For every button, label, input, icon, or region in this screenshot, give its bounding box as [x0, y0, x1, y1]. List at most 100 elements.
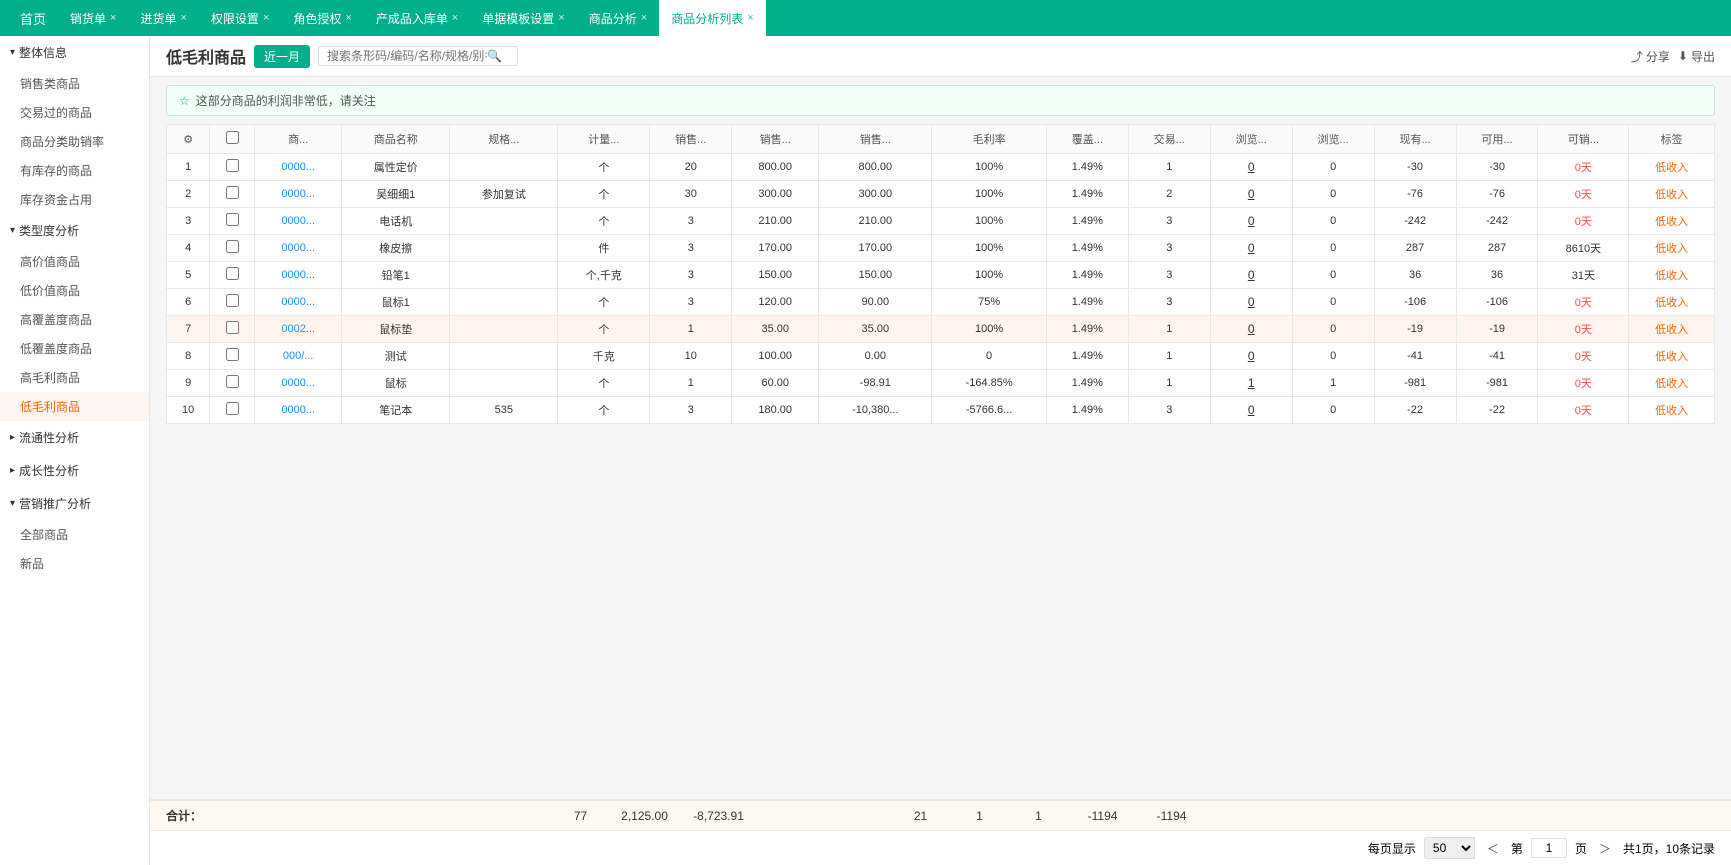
search-icon[interactable]: 🔍 [487, 49, 502, 63]
row-checkbox[interactable] [226, 375, 239, 388]
row-stock: -106 [1374, 289, 1456, 316]
sidebar-item-low-coverage[interactable]: 低覆盖度商品 [0, 334, 149, 363]
sidebar-item-low-value[interactable]: 低价值商品 [0, 276, 149, 305]
trade-link[interactable]: 0 [1248, 349, 1255, 363]
row-checkbox[interactable] [226, 294, 239, 307]
row-checkbox-cell[interactable] [210, 154, 255, 181]
nav-close-roles[interactable]: × [345, 12, 351, 24]
sidebar-item-low-profit[interactable]: 低毛利商品 [0, 392, 149, 421]
sidebar-item-new-goods[interactable]: 新品 [0, 549, 149, 578]
search-input[interactable] [327, 49, 487, 63]
sidebar-group-growth[interactable]: ▸ 成长性分析 [0, 454, 149, 487]
trade-link[interactable]: 0 [1248, 403, 1255, 417]
nav-close-purchase[interactable]: × [180, 12, 186, 24]
row-view1: 0 [1292, 235, 1374, 262]
row-checkbox[interactable] [226, 321, 239, 334]
nav-roles[interactable]: 角色授权 × [281, 0, 363, 36]
sidebar-item-high-profit[interactable]: 高毛利商品 [0, 363, 149, 392]
nav-close-goods-analysis-list[interactable]: × [747, 12, 753, 24]
nav-goods-analysis-list[interactable]: 商品分析列表 × [659, 0, 765, 36]
nav-home[interactable]: 首页 [8, 0, 58, 36]
row-view1: 0 [1292, 181, 1374, 208]
row-checkbox[interactable] [226, 186, 239, 199]
sidebar-item-high-value[interactable]: 高价值商品 [0, 247, 149, 276]
col-settings[interactable]: ⚙ [167, 125, 210, 154]
row-checkbox-cell[interactable] [210, 208, 255, 235]
sidebar-item-high-coverage[interactable]: 高覆盖度商品 [0, 305, 149, 334]
row-sale-amount: 170.00 [819, 235, 932, 262]
row-sale-amount: 35.00 [819, 316, 932, 343]
row-tag: 低收入 [1629, 235, 1715, 262]
nav-sales[interactable]: 销货单 × [58, 0, 128, 36]
sidebar-item-traded-goods[interactable]: 交易过的商品 [0, 98, 149, 127]
trade-link[interactable]: 0 [1248, 295, 1255, 309]
row-checkbox[interactable] [226, 213, 239, 226]
row-available: -30 [1456, 154, 1538, 181]
trade-link[interactable]: 0 [1248, 268, 1255, 282]
trade-link[interactable]: 0 [1248, 241, 1255, 255]
row-no: 2 [167, 181, 210, 208]
row-code: 0000... [255, 262, 342, 289]
nav-close-sales[interactable]: × [110, 12, 116, 24]
sidebar-item-all-goods[interactable]: 全部商品 [0, 520, 149, 549]
row-checkbox[interactable] [226, 348, 239, 361]
row-trade: 0 [1210, 262, 1292, 289]
row-mao-rate: 1.49% [1046, 289, 1128, 316]
nav-close-product-entry[interactable]: × [452, 12, 458, 24]
sidebar-group-marketing[interactable]: ▾ 营销推广分析 [0, 487, 149, 520]
sidebar-item-inventory-fund[interactable]: 库存资金占用 [0, 185, 149, 214]
select-all-checkbox[interactable] [226, 131, 239, 144]
per-page-select[interactable]: 50 100 [1424, 837, 1475, 859]
trade-link[interactable]: 0 [1248, 160, 1255, 174]
trade-link[interactable]: 0 [1248, 322, 1255, 336]
row-no: 3 [167, 208, 210, 235]
sidebar-group-overview[interactable]: ▾ 整体信息 [0, 36, 149, 69]
trade-link[interactable]: 0 [1248, 214, 1255, 228]
nav-close-goods-analysis[interactable]: × [641, 12, 647, 24]
next-page-button[interactable]: ＞ [1595, 839, 1615, 858]
col-checkbox[interactable] [210, 125, 255, 154]
footer-view1: 1 [952, 809, 1007, 823]
period-button[interactable]: 近一月 [254, 45, 310, 68]
row-checkbox-cell[interactable] [210, 397, 255, 424]
row-checkbox[interactable] [226, 402, 239, 415]
row-gross-rate: -164.85% [932, 370, 1046, 397]
page-input[interactable] [1531, 838, 1567, 858]
nav-purchase[interactable]: 进货单 × [128, 0, 198, 36]
trade-link[interactable]: 0 [1248, 187, 1255, 201]
row-checkbox-cell[interactable] [210, 181, 255, 208]
row-available: 287 [1456, 235, 1538, 262]
sidebar-item-stocked-goods[interactable]: 有库存的商品 [0, 156, 149, 185]
nav-goods-analysis[interactable]: 商品分析 × [577, 0, 659, 36]
row-checkbox[interactable] [226, 267, 239, 280]
nav-permissions[interactable]: 权限设置 × [199, 0, 281, 36]
nav-template[interactable]: 单据模板设置 × [470, 0, 576, 36]
row-qty: 20 [650, 154, 732, 181]
row-unit: 个 [558, 181, 650, 208]
row-checkbox-cell[interactable] [210, 262, 255, 289]
row-checkbox-cell[interactable] [210, 289, 255, 316]
nav-close-template[interactable]: × [558, 12, 564, 24]
share-button[interactable]: ⤴ 分享 [1631, 48, 1670, 65]
row-trade: 0 [1210, 235, 1292, 262]
nav-close-permissions[interactable]: × [263, 12, 269, 24]
sidebar-group-type-analysis[interactable]: ▾ 类型度分析 [0, 214, 149, 247]
export-button[interactable]: ⬇ 导出 [1678, 48, 1715, 65]
nav-product-entry[interactable]: 产成品入库单 × [364, 0, 470, 36]
prev-page-button[interactable]: ＜ [1483, 839, 1503, 858]
row-checkbox-cell[interactable] [210, 316, 255, 343]
sidebar-group-circulation[interactable]: ▸ 流通性分析 [0, 421, 149, 454]
row-checkbox[interactable] [226, 240, 239, 253]
row-no: 5 [167, 262, 210, 289]
row-checkbox-cell[interactable] [210, 343, 255, 370]
row-no: 8 [167, 343, 210, 370]
row-stock: -76 [1374, 181, 1456, 208]
row-checkbox[interactable] [226, 159, 239, 172]
sidebar-item-sales-goods[interactable]: 销售类商品 [0, 69, 149, 98]
sidebar-item-category-rate[interactable]: 商品分类助销率 [0, 127, 149, 156]
row-checkbox-cell[interactable] [210, 370, 255, 397]
total-pages-label: 页 [1575, 840, 1587, 857]
trade-link[interactable]: 1 [1248, 376, 1255, 390]
header-actions: ⤴ 分享 ⬇ 导出 [1631, 48, 1715, 65]
row-checkbox-cell[interactable] [210, 235, 255, 262]
